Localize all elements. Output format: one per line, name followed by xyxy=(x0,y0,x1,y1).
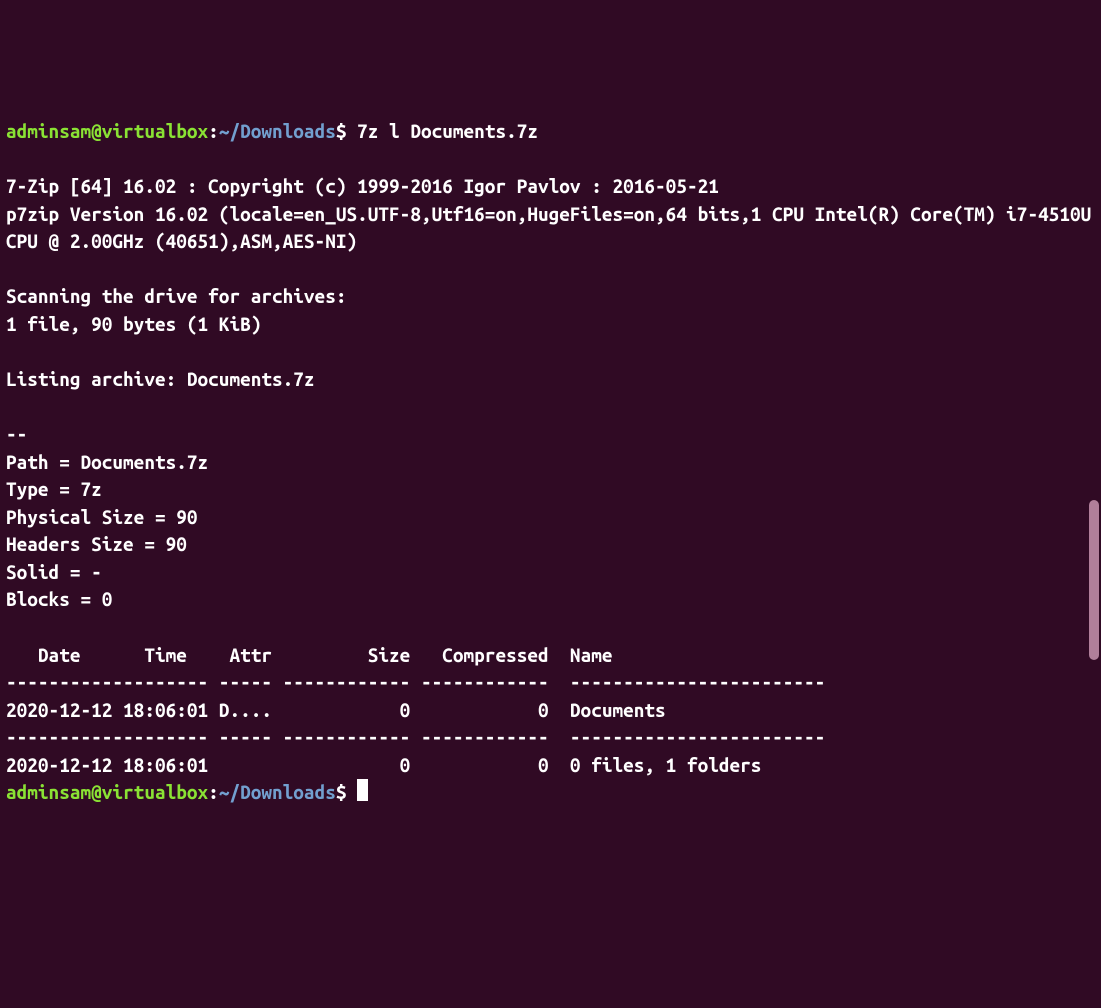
table-summary: 2020-12-12 18:06:01 0 0 0 files, 1 folde… xyxy=(6,754,761,776)
output-solid: Solid = - xyxy=(6,561,102,583)
terminal-window[interactable]: adminsam@virtualbox:~/Downloads$ 7z l Do… xyxy=(6,118,1095,807)
prompt-path: ~/Downloads xyxy=(219,781,336,803)
prompt-colon: : xyxy=(208,120,219,142)
prompt-dollar: $ xyxy=(336,781,357,803)
scrollbar-thumb[interactable] xyxy=(1089,500,1099,660)
prompt-path: ~/Downloads xyxy=(219,120,336,142)
output-fileinfo: 1 file, 90 bytes (1 KiB) xyxy=(6,313,261,335)
output-listing: Listing archive: Documents.7z xyxy=(6,368,315,390)
output-blocks: Blocks = 0 xyxy=(6,588,112,610)
output-type: Type = 7z xyxy=(6,478,102,500)
cursor-icon[interactable] xyxy=(357,779,368,801)
table-separator: ------------------- ----- ------------ -… xyxy=(6,671,825,693)
output-headers-size: Headers Size = 90 xyxy=(6,533,187,555)
table-row: 2020-12-12 18:06:01 D.... 0 0 Documents xyxy=(6,699,666,721)
output-version: p7zip Version 16.02 (locale=en_US.UTF-8,… xyxy=(6,203,1101,253)
output-copyright: 7-Zip [64] 16.02 : Copyright (c) 1999-20… xyxy=(6,175,719,197)
output-dashes: -- xyxy=(6,423,27,445)
prompt-dollar: $ xyxy=(336,120,357,142)
output-path: Path = Documents.7z xyxy=(6,451,208,473)
command-text: 7z l Documents.7z xyxy=(357,120,538,142)
prompt-line-1: adminsam@virtualbox:~/Downloads$ 7z l Do… xyxy=(6,120,538,142)
prompt-user: adminsam@virtualbox xyxy=(6,120,208,142)
prompt-colon: : xyxy=(208,781,219,803)
table-header: Date Time Attr Size Compressed Name xyxy=(6,644,612,666)
prompt-line-2: adminsam@virtualbox:~/Downloads$ xyxy=(6,781,368,803)
prompt-user: adminsam@virtualbox xyxy=(6,781,208,803)
output-physical-size: Physical Size = 90 xyxy=(6,506,198,528)
table-separator: ------------------- ----- ------------ -… xyxy=(6,726,825,748)
output-scanning: Scanning the drive for archives: xyxy=(6,285,346,307)
